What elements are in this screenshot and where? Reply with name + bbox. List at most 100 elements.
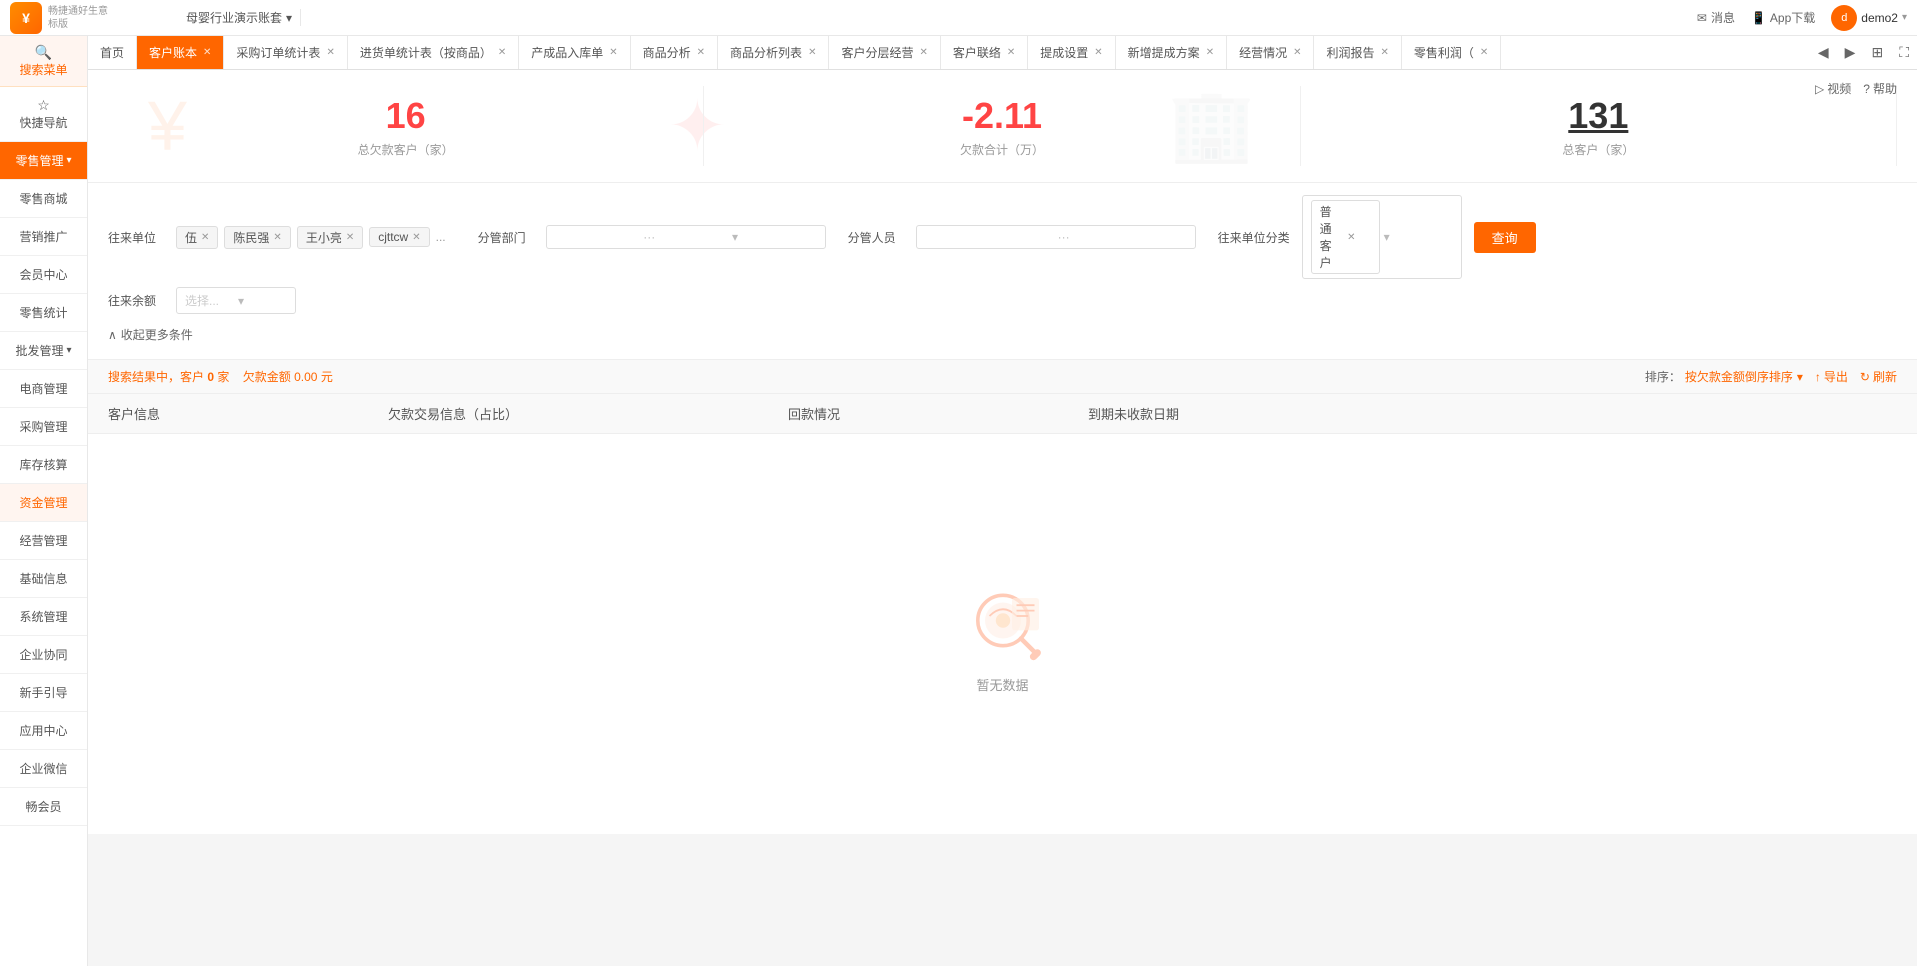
filter-tag-category-1[interactable]: 普通客户 ✕: [1311, 200, 1380, 274]
sidebar-item-inventory[interactable]: 库存核算: [0, 446, 87, 484]
close-icon[interactable]: ✕: [346, 232, 354, 243]
sidebar-item-finance[interactable]: 资金管理: [0, 484, 87, 522]
tab-inventory-stat[interactable]: 进货单统计表（按商品） ✕: [348, 36, 519, 70]
stat-debt-value: -2.11: [724, 94, 1279, 137]
sidebar-item-newbie[interactable]: 新手引导: [0, 674, 87, 712]
filter-amount-select[interactable]: 选择... ▾: [176, 287, 296, 314]
tab-close-icon[interactable]: ✕: [326, 47, 334, 58]
tab-fullscreen-btn[interactable]: ⛶: [1891, 44, 1917, 61]
chevron-down-icon: ▾: [1384, 230, 1453, 244]
tab-cost-in[interactable]: 产成品入库单 ✕: [519, 36, 630, 70]
sidebar-item-enterprise[interactable]: 企业协同: [0, 636, 87, 674]
export-button[interactable]: ↑ 导出: [1815, 368, 1848, 385]
tab-close-icon[interactable]: ✕: [697, 47, 705, 58]
tab-home[interactable]: 首页: [88, 36, 137, 70]
tab-close-icon[interactable]: ✕: [1206, 47, 1214, 58]
sidebar-item-zero-stat[interactable]: 零售统计: [0, 294, 87, 332]
sidebar-item-operation[interactable]: 经营管理: [0, 522, 87, 560]
sidebar-item-system[interactable]: 系统管理: [0, 598, 87, 636]
sidebar-search-menu[interactable]: 🔍 搜索菜单: [0, 36, 87, 87]
filter-tag-unit-1[interactable]: 伍 ✕: [176, 226, 218, 249]
user-menu[interactable]: d demo2 ▾: [1831, 5, 1907, 31]
query-button[interactable]: 查询: [1474, 222, 1536, 253]
sidebar-item-purchase[interactable]: 采购管理: [0, 408, 87, 446]
tab-customer-segment[interactable]: 客户分层经营 ✕: [829, 36, 940, 70]
sort-button[interactable]: 按欠款金额倒序排序: [1685, 368, 1793, 385]
tab-add-solution[interactable]: 新增提成方案 ✕: [1116, 36, 1227, 70]
sidebar: 🔍 搜索菜单 ☆ 快捷导航 零售管理 ▾ 零售商城 营销推广 会员中心 零售统计…: [0, 36, 88, 966]
tab-close-icon[interactable]: ✕: [1007, 47, 1015, 58]
tab-close-icon[interactable]: ✕: [1293, 47, 1301, 58]
refresh-button[interactable]: ↻ 刷新: [1860, 368, 1897, 385]
tab-next-btn[interactable]: ▶: [1837, 44, 1864, 61]
sidebar-item-batch[interactable]: 批发管理 ▾: [0, 332, 87, 370]
help-btn[interactable]: ? 帮助: [1863, 80, 1897, 97]
chevron-down-icon[interactable]: ▾: [1797, 370, 1803, 384]
filter-more-btn[interactable]: ...: [436, 230, 446, 244]
star-icon: ☆: [6, 97, 81, 114]
app-download-btn[interactable]: 📱 App下载: [1751, 9, 1815, 26]
tab-goods-analysis-list[interactable]: 商品分析列表 ✕: [718, 36, 829, 70]
tab-prev-btn[interactable]: ◀: [1810, 44, 1837, 61]
col-header-customer: 客户信息: [108, 404, 388, 423]
filter-tag-unit-3[interactable]: 王小亮 ✕: [297, 226, 363, 249]
sidebar-item-basic[interactable]: 基础信息: [0, 560, 87, 598]
sidebar-item-zero-sale[interactable]: 零售管理 ▾: [0, 142, 87, 180]
result-info: 搜索结果中，客户 0 家 欠款金额 0.00 元: [108, 368, 333, 385]
tab-customer-contact[interactable]: 客户联络 ✕: [941, 36, 1028, 70]
tab-close-icon[interactable]: ✕: [498, 47, 506, 58]
stat-customers-value[interactable]: 131: [1321, 94, 1876, 137]
close-icon[interactable]: ✕: [273, 232, 281, 243]
collapse-button[interactable]: ∧ 收起更多条件: [108, 326, 1897, 343]
sidebar-item-member2[interactable]: 畅会员: [0, 788, 87, 826]
stat-total-debt: -2.11 欠款合计（万）: [704, 86, 1300, 166]
stat-debt-label: 欠款合计（万）: [724, 141, 1279, 158]
sidebar-item-marketing[interactable]: 营销推广: [0, 218, 87, 256]
sidebar-item-apps[interactable]: 应用中心: [0, 712, 87, 750]
sidebar-quick-nav[interactable]: ☆ 快捷导航: [0, 87, 87, 142]
tab-menu-btn[interactable]: ⊞: [1863, 44, 1891, 61]
sidebar-item-ecommerce[interactable]: 电商管理: [0, 370, 87, 408]
stat-total-customers: 131 总客户（家）: [1301, 86, 1897, 166]
close-icon[interactable]: ✕: [412, 232, 420, 243]
video-btn[interactable]: ▷ 视频: [1815, 80, 1851, 97]
download-icon: 📱: [1751, 11, 1766, 25]
tab-operation-status[interactable]: 经营情况 ✕: [1227, 36, 1314, 70]
refresh-icon: ↻: [1860, 370, 1870, 384]
sidebar-item-wechat[interactable]: 企业微信: [0, 750, 87, 788]
filter-amount-label: 往来余额: [108, 292, 164, 309]
message-btn[interactable]: ✉ 消息: [1697, 9, 1735, 26]
account-selector[interactable]: 母婴行业演示账套 ▾: [178, 9, 301, 26]
tab-close-icon[interactable]: ✕: [919, 47, 927, 58]
filter-tag-unit-4[interactable]: cjttcw ✕: [369, 227, 429, 247]
sidebar-item-zero-mall[interactable]: 零售商城: [0, 180, 87, 218]
empty-text: 暂无数据: [976, 675, 1028, 694]
result-bar: 搜索结果中，客户 0 家 欠款金额 0.00 元 排序： 按欠款金额倒序排序 ▾: [88, 360, 1917, 394]
sidebar-item-member[interactable]: 会员中心: [0, 256, 87, 294]
table-body: 暂无数据: [88, 434, 1917, 834]
tab-purchase-order[interactable]: 采购订单统计表 ✕: [224, 36, 347, 70]
tab-promotion-setting[interactable]: 提成设置 ✕: [1028, 36, 1115, 70]
close-icon[interactable]: ✕: [1347, 232, 1371, 243]
empty-illustration: [953, 575, 1053, 675]
help-icon: ?: [1863, 82, 1870, 96]
tab-close-icon[interactable]: ✕: [1094, 47, 1102, 58]
filter-tag-unit-2[interactable]: 陈民强 ✕: [224, 226, 290, 249]
tab-close-icon[interactable]: ✕: [1480, 47, 1488, 58]
chevron-down-icon: ▾: [732, 230, 817, 244]
tab-close-icon[interactable]: ✕: [1381, 47, 1389, 58]
tab-close-icon[interactable]: ✕: [609, 47, 617, 58]
filter-category-select[interactable]: 普通客户 ✕ ▾: [1302, 195, 1462, 279]
tab-close-icon[interactable]: ✕: [808, 47, 816, 58]
tab-close-icon[interactable]: ✕: [203, 47, 211, 58]
tab-goods-analysis[interactable]: 商品分析 ✕: [631, 36, 718, 70]
tab-customer-account[interactable]: 客户账本 ✕: [137, 36, 224, 70]
tab-profit-report[interactable]: 利润报告 ✕: [1314, 36, 1401, 70]
filter-person-select[interactable]: ···: [916, 225, 1196, 249]
table-header: 客户信息 欠款交易信息（占比） 回款情况 到期未收款日期: [88, 394, 1917, 434]
play-icon: ▷: [1815, 82, 1824, 96]
chevron-down-icon: ▾: [238, 294, 287, 308]
filter-dept-select[interactable]: ··· ▾: [546, 225, 826, 249]
tab-retail-profit[interactable]: 零售利润（ ✕: [1402, 36, 1501, 70]
close-icon[interactable]: ✕: [201, 232, 209, 243]
